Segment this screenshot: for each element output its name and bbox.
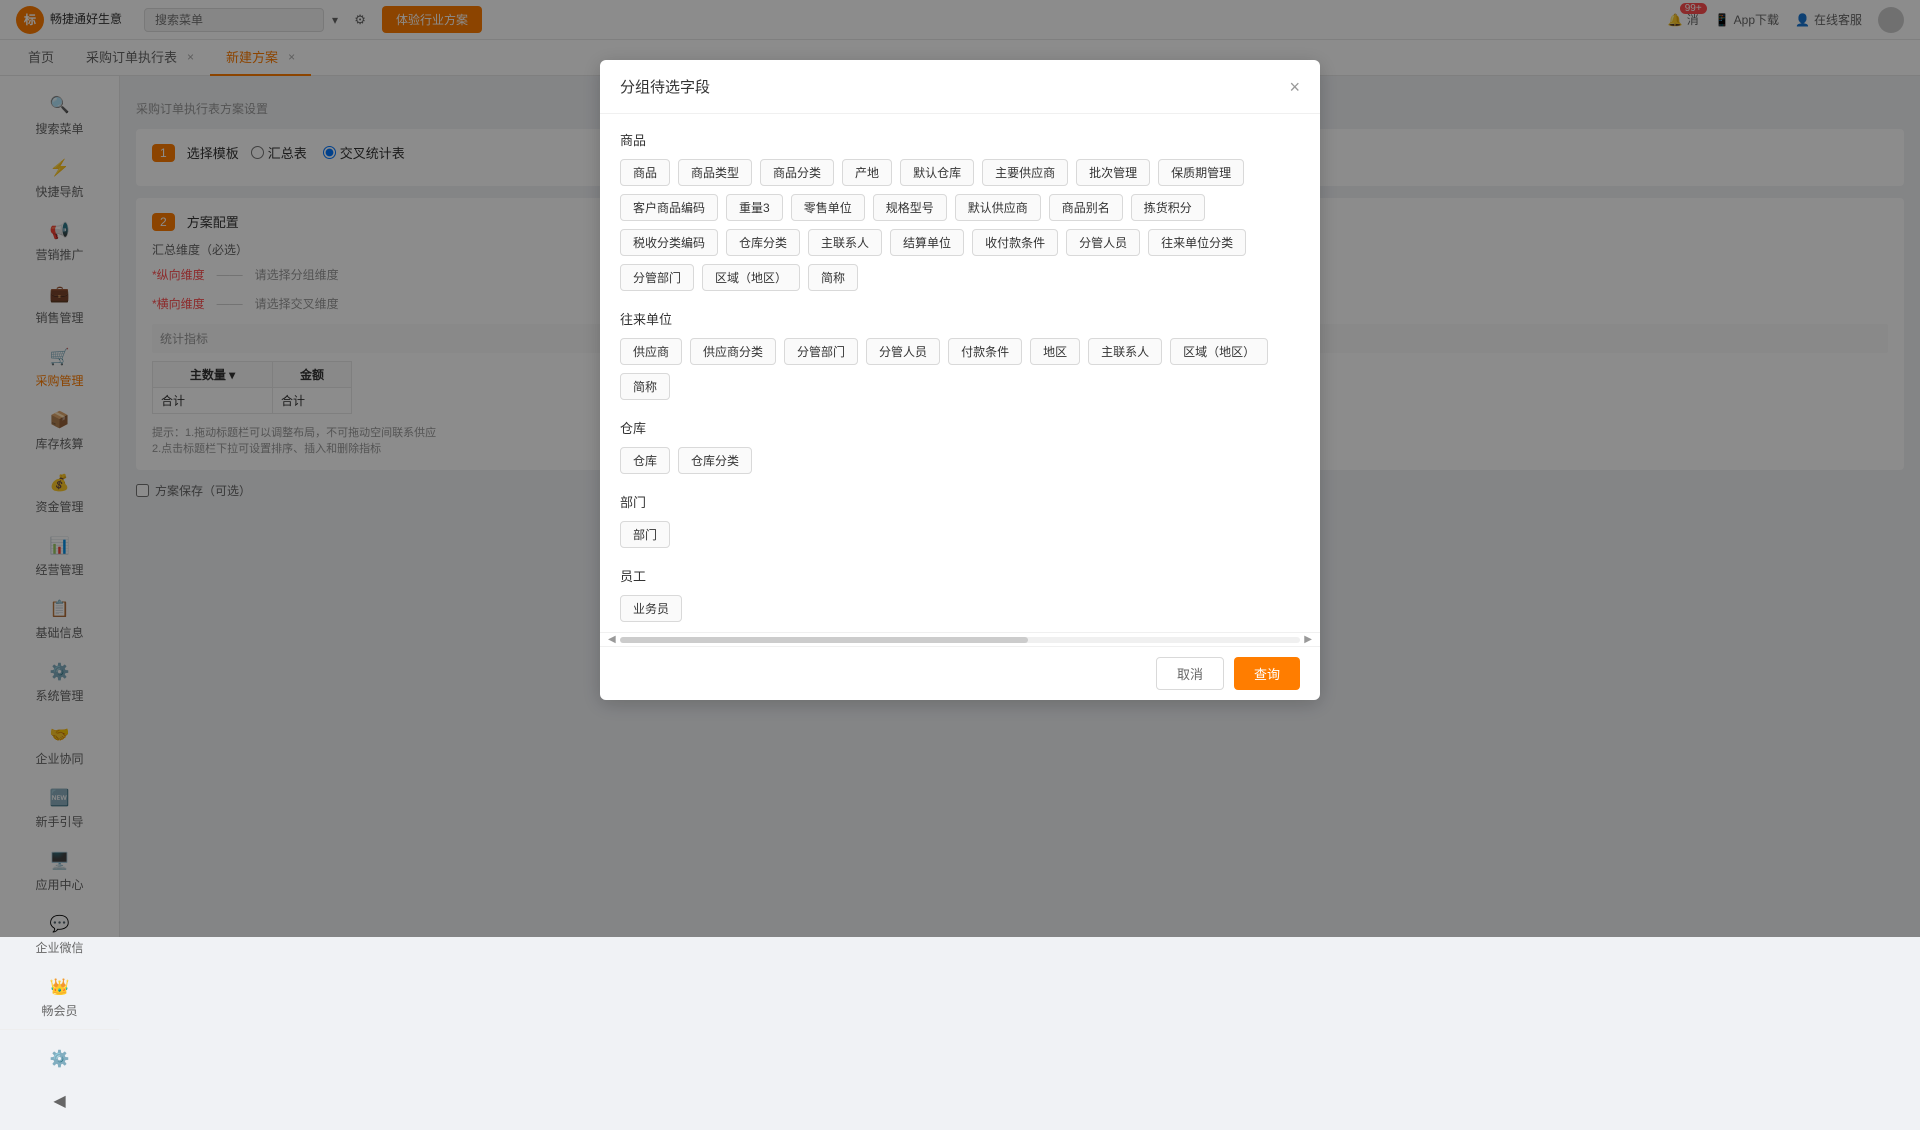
cancel-button[interactable]: 取消 <box>1156 657 1224 690</box>
field-tag-dept[interactable]: 分管部门 <box>620 264 694 291</box>
field-tag-goods[interactable]: 商品 <box>620 159 670 186</box>
field-tag-partner-category[interactable]: 往来单位分类 <box>1148 229 1246 256</box>
field-tag-spec-model[interactable]: 规格型号 <box>873 194 947 221</box>
goods-field-tags: 商品 商品类型 商品分类 产地 默认仓库 主要供应商 批次管理 保质期管理 客户… <box>620 159 1300 291</box>
section-goods-title: 商品 <box>620 130 1300 149</box>
modal-body: 商品 商品 商品类型 商品分类 产地 默认仓库 主要供应商 批次管理 保质期管理… <box>600 114 1320 632</box>
field-tag-short-name-partner[interactable]: 简称 <box>620 373 670 400</box>
field-tag-short-name-goods[interactable]: 简称 <box>808 264 858 291</box>
field-tag-customer-sku[interactable]: 客户商品编码 <box>620 194 718 221</box>
settings-bottom-icon: ⚙️ <box>49 1048 71 1070</box>
field-tag-partner-contact[interactable]: 主联系人 <box>1088 338 1162 365</box>
field-tag-region-partner[interactable]: 区域（地区） <box>1170 338 1268 365</box>
sidebar-settings-btn[interactable]: ⚙️ <box>0 1038 119 1080</box>
field-tag-department[interactable]: 部门 <box>620 521 670 548</box>
sidebar-collapse-btn[interactable]: ◀ <box>0 1080 119 1122</box>
partner-field-tags: 供应商 供应商分类 分管部门 分管人员 付款条件 地区 主联系人 区域（地区） … <box>620 338 1300 400</box>
field-tag-area[interactable]: 地区 <box>1030 338 1080 365</box>
field-tag-partner-supervisor[interactable]: 分管人员 <box>866 338 940 365</box>
field-tag-alias[interactable]: 商品别名 <box>1049 194 1123 221</box>
section-warehouse: 仓库 仓库 仓库分类 <box>620 418 1300 474</box>
content-area: 采购订单执行表方案设置 1 选择模板 汇总表 交叉统计表 <box>120 76 1920 937</box>
field-tag-main-contact[interactable]: 主联系人 <box>808 229 882 256</box>
field-tag-default-supplier[interactable]: 默认供应商 <box>955 194 1041 221</box>
sidebar-wechat-label: 企业微信 <box>35 939 83 956</box>
field-tag-origin[interactable]: 产地 <box>842 159 892 186</box>
field-tag-batch-mgmt[interactable]: 批次管理 <box>1076 159 1150 186</box>
field-tag-salesperson[interactable]: 业务员 <box>620 595 682 622</box>
dept-field-tags: 部门 <box>620 521 1300 548</box>
field-tag-warehouse[interactable]: 仓库 <box>620 447 670 474</box>
scrollbar-thumb[interactable] <box>620 637 1028 643</box>
field-tag-supervisor[interactable]: 分管人员 <box>1066 229 1140 256</box>
sidebar-item-vip[interactable]: 👑 畅会员 <box>0 966 119 1029</box>
modal-overlay: 分组待选字段 × 商品 商品 商品类型 商品分类 产地 默认仓库 主要供应商 <box>120 76 1920 937</box>
section-goods: 商品 商品 商品类型 商品分类 产地 默认仓库 主要供应商 批次管理 保质期管理… <box>620 130 1300 291</box>
employee-field-tags: 业务员 <box>620 595 1300 622</box>
field-tag-goods-category[interactable]: 商品分类 <box>760 159 834 186</box>
field-tag-tax-code[interactable]: 税收分类编码 <box>620 229 718 256</box>
modal-scrollbar[interactable]: ◀ ▶ <box>600 632 1320 646</box>
field-tag-pick-points[interactable]: 拣货积分 <box>1131 194 1205 221</box>
field-tag-goods-type[interactable]: 商品类型 <box>678 159 752 186</box>
sidebar-bottom: ⚙️ ◀ <box>0 1029 119 1130</box>
collapse-icon: ◀ <box>49 1090 71 1112</box>
confirm-button[interactable]: 查询 <box>1234 657 1300 690</box>
modal-close-btn[interactable]: × <box>1289 78 1300 96</box>
field-tag-supplier-category[interactable]: 供应商分类 <box>690 338 776 365</box>
warehouse-field-tags: 仓库 仓库分类 <box>620 447 1300 474</box>
field-tag-shelf-life[interactable]: 保质期管理 <box>1158 159 1244 186</box>
field-tag-warehouse-cat[interactable]: 仓库分类 <box>678 447 752 474</box>
field-tag-payment-cond[interactable]: 付款条件 <box>948 338 1022 365</box>
section-partner-title: 往来单位 <box>620 309 1300 328</box>
modal-header: 分组待选字段 × <box>600 76 1320 114</box>
field-tag-payment-terms[interactable]: 收付款条件 <box>972 229 1058 256</box>
field-tag-warehouse-category[interactable]: 仓库分类 <box>726 229 800 256</box>
sidebar-vip-label: 畅会员 <box>41 1002 77 1019</box>
field-tag-retail-unit[interactable]: 零售单位 <box>791 194 865 221</box>
scroll-right-arrow[interactable]: ▶ <box>1300 634 1316 645</box>
field-tag-main-supplier[interactable]: 主要供应商 <box>982 159 1068 186</box>
main-layout: 🔍 搜索菜单 ⚡ 快捷导航 📢 营销推广 💼 销售管理 🛒 采购管理 📦 库存核… <box>0 76 1920 937</box>
scrollbar-track <box>620 637 1301 643</box>
field-tag-default-warehouse[interactable]: 默认仓库 <box>900 159 974 186</box>
field-tag-partner-dept[interactable]: 分管部门 <box>784 338 858 365</box>
section-partner: 往来单位 供应商 供应商分类 分管部门 分管人员 付款条件 地区 主联系人 区域… <box>620 309 1300 400</box>
field-tag-region-goods[interactable]: 区域（地区） <box>702 264 800 291</box>
section-warehouse-title: 仓库 <box>620 418 1300 437</box>
modal-title: 分组待选字段 <box>620 76 710 97</box>
section-employee-title: 员工 <box>620 566 1300 585</box>
field-tag-supplier[interactable]: 供应商 <box>620 338 682 365</box>
scroll-left-arrow[interactable]: ◀ <box>604 634 620 645</box>
vip-icon: 👑 <box>49 976 71 998</box>
section-employee: 员工 业务员 <box>620 566 1300 622</box>
modal-footer: 取消 查询 <box>600 646 1320 700</box>
field-tag-weight3[interactable]: 重量3 <box>726 194 783 221</box>
field-tag-settlement-unit[interactable]: 结算单位 <box>890 229 964 256</box>
section-department-title: 部门 <box>620 492 1300 511</box>
section-department: 部门 部门 <box>620 492 1300 548</box>
field-select-modal: 分组待选字段 × 商品 商品 商品类型 商品分类 产地 默认仓库 主要供应商 <box>600 76 1320 700</box>
